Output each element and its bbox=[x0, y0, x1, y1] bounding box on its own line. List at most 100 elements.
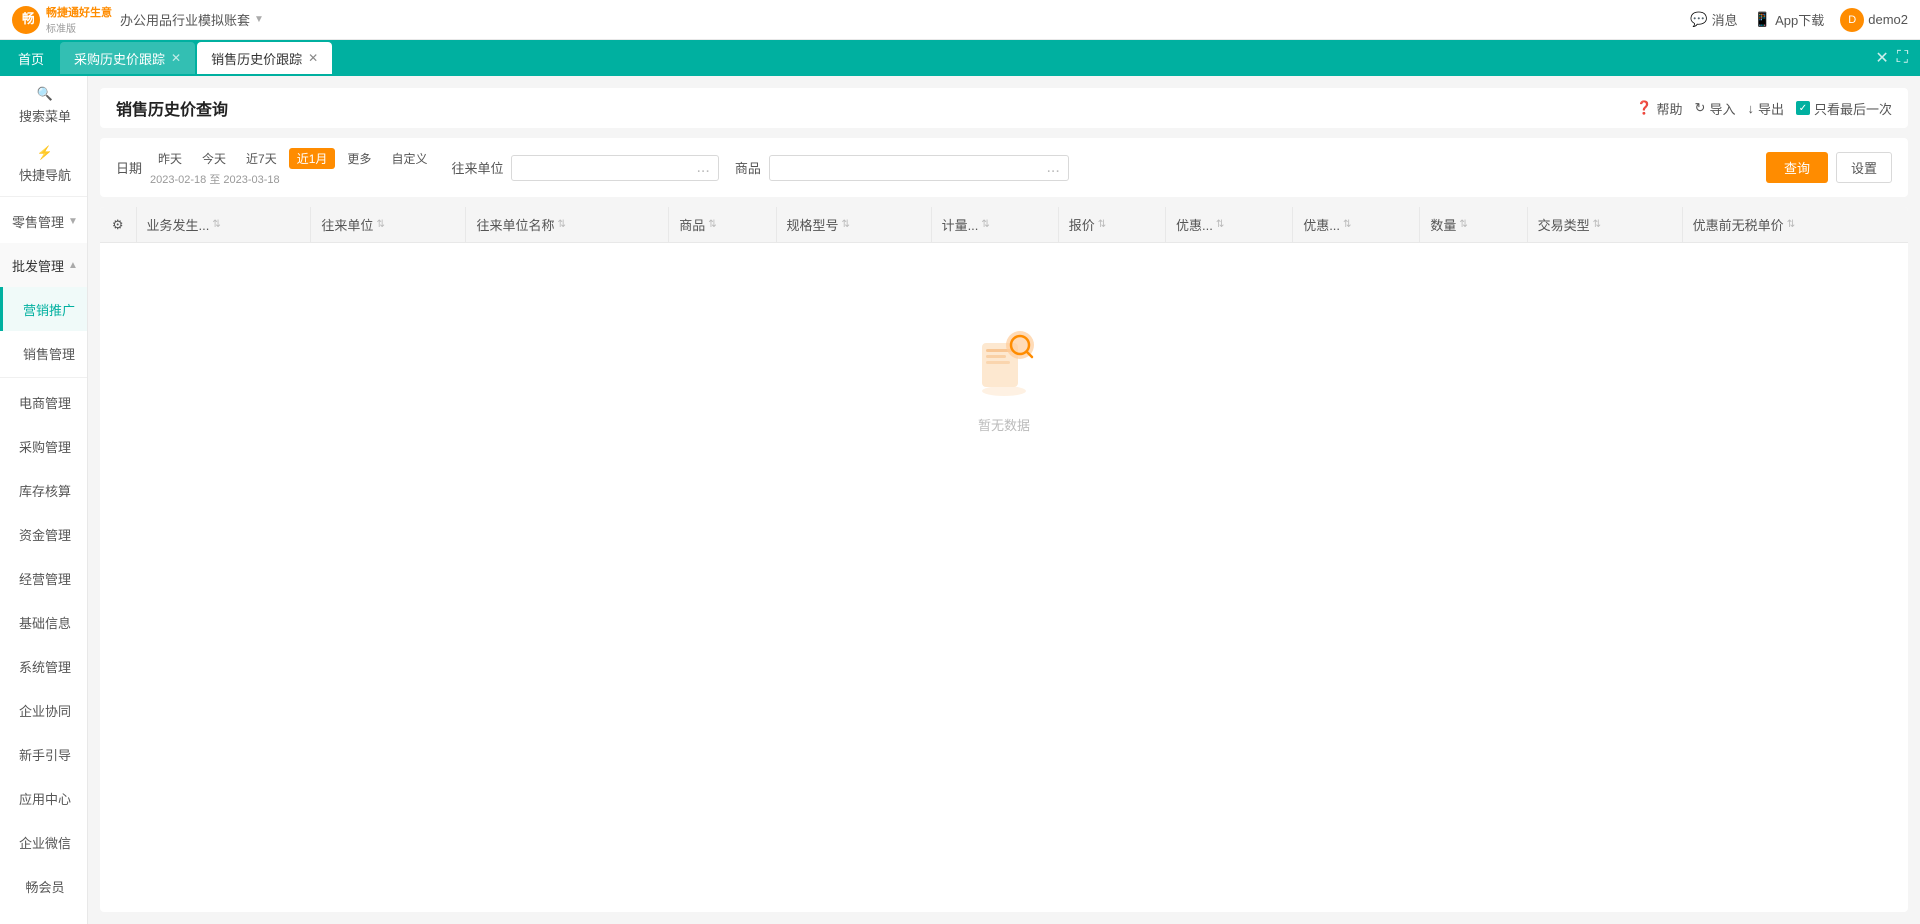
export-icon: ↓ bbox=[1747, 101, 1754, 116]
date-opt-1month[interactable]: 近1月 bbox=[289, 148, 336, 169]
tab-home[interactable]: 首页 bbox=[4, 42, 58, 74]
sidebar-item-wholesale[interactable]: 批发管理 ▲ bbox=[0, 243, 87, 287]
sidebar-item-system[interactable]: 系统管理 bbox=[0, 644, 87, 688]
user-menu[interactable]: D demo2 bbox=[1840, 8, 1908, 32]
close-tab-icon[interactable]: ✕ bbox=[1875, 48, 1888, 68]
sidebar-item-purchase-mgr[interactable]: 采购管理 bbox=[0, 424, 87, 468]
chevron-up-icon: ▲ bbox=[68, 260, 78, 271]
sidebar-item-marketing[interactable]: 营销推广 bbox=[0, 287, 87, 331]
th-discount2[interactable]: 优惠... ⇅ bbox=[1293, 207, 1420, 243]
close-purchase-tab-icon[interactable]: ✕ bbox=[171, 52, 181, 64]
sidebar-item-shortcut[interactable]: ⚡ 快捷导航 bbox=[0, 135, 87, 194]
th-settings[interactable]: ⚙ bbox=[100, 207, 136, 243]
date-opt-7days[interactable]: 近7天 bbox=[238, 148, 285, 169]
sidebar-item-retail[interactable]: 零售管理 ▼ bbox=[0, 199, 87, 243]
sidebar-item-operation[interactable]: 经营管理 bbox=[0, 556, 87, 600]
sort-icon: ⇅ bbox=[1593, 219, 1601, 230]
search-icon: 🔍 bbox=[37, 86, 53, 102]
sort-icon: ⇅ bbox=[212, 219, 220, 230]
export-btn[interactable]: ↓ 导出 bbox=[1747, 99, 1784, 118]
sidebar-item-search[interactable]: 🔍 搜索菜单 bbox=[0, 76, 87, 135]
th-goods[interactable]: 商品 ⇅ bbox=[669, 207, 776, 243]
page-header: 销售历史价查询 ❓ 帮助 ↻ 导入 ↓ 导出 ✓ 只看最后一次 bbox=[100, 88, 1908, 128]
help-btn[interactable]: ❓ 帮助 bbox=[1636, 99, 1682, 118]
sidebar-item-apps[interactable]: 应用中心 bbox=[0, 776, 87, 820]
tab-sales[interactable]: 销售历史价跟踪 ✕ bbox=[197, 42, 332, 74]
partner-input[interactable] bbox=[520, 160, 696, 175]
th-discount1[interactable]: 优惠... ⇅ bbox=[1166, 207, 1293, 243]
goods-filter-group: 商品 ... bbox=[735, 155, 1069, 181]
th-unit[interactable]: 计量... ⇅ bbox=[931, 207, 1058, 243]
chevron-down-icon: ▼ bbox=[254, 14, 264, 25]
main-layout: 🔍 搜索菜单 ⚡ 快捷导航 零售管理 ▼ 批发管理 ▲ 营销推广 销售管理 电商… bbox=[0, 76, 1920, 924]
goods-input[interactable] bbox=[778, 160, 1047, 175]
sidebar-item-coop[interactable]: 企业协同 bbox=[0, 688, 87, 732]
logo-icon: 畅 bbox=[12, 6, 40, 34]
partner-filter-group: 往来单位 ... bbox=[451, 155, 718, 181]
date-opt-more[interactable]: 更多 bbox=[339, 148, 379, 169]
partner-picker-icon[interactable]: ... bbox=[696, 159, 709, 177]
th-spec[interactable]: 规格型号 ⇅ bbox=[776, 207, 931, 243]
sort-icon: ⇅ bbox=[376, 219, 384, 230]
tabbar-actions: ✕ ⛶ bbox=[1875, 48, 1916, 68]
sidebar-item-inventory[interactable]: 库存核算 bbox=[0, 468, 87, 512]
sort-icon: ⇅ bbox=[1787, 219, 1795, 230]
tabbar: 首页 采购历史价跟踪 ✕ 销售历史价跟踪 ✕ ✕ ⛶ bbox=[0, 40, 1920, 76]
sort-icon: ⇅ bbox=[981, 219, 989, 230]
tab-purchase[interactable]: 采购历史价跟踪 ✕ bbox=[60, 42, 195, 74]
sidebar-item-sales-mgr[interactable]: 销售管理 bbox=[0, 331, 87, 375]
th-trade-type[interactable]: 交易类型 ⇅ bbox=[1527, 207, 1682, 243]
filter-bar: 日期 昨天 今天 近7天 近1月 更多 自定义 2023-02-18 至 202… bbox=[100, 138, 1908, 197]
sidebar-item-guide[interactable]: 新手引导 bbox=[0, 732, 87, 776]
data-table: ⚙ 业务发生... ⇅ 往来单位 ⇅ bbox=[100, 207, 1908, 243]
company-dropdown[interactable]: 办公用品行业模拟账套 ▼ bbox=[112, 6, 1690, 33]
avatar: D bbox=[1840, 8, 1864, 32]
sort-icon: ⇅ bbox=[1459, 219, 1467, 230]
goods-input-wrap: ... bbox=[769, 155, 1069, 181]
sort-icon: ⇅ bbox=[842, 219, 850, 230]
filter-actions: 查询 设置 bbox=[1766, 152, 1892, 183]
message-btn[interactable]: 💬 消息 bbox=[1690, 10, 1737, 29]
sort-icon: ⇅ bbox=[1216, 219, 1224, 230]
th-biz-date[interactable]: 业务发生... ⇅ bbox=[136, 207, 311, 243]
goods-picker-icon[interactable]: ... bbox=[1046, 159, 1059, 177]
table-header-row: ⚙ 业务发生... ⇅ 往来单位 ⇅ bbox=[100, 207, 1908, 243]
topbar-right: 💬 消息 📱 App下载 D demo2 bbox=[1690, 8, 1908, 32]
close-sales-tab-icon[interactable]: ✕ bbox=[308, 52, 318, 64]
sidebar-item-wechat[interactable]: 企业微信 bbox=[0, 820, 87, 864]
sidebar-item-member[interactable]: 畅会员 bbox=[0, 864, 87, 908]
settings-button[interactable]: 设置 bbox=[1836, 152, 1892, 183]
empty-text: 暂无数据 bbox=[978, 415, 1030, 434]
date-opt-today[interactable]: 今天 bbox=[194, 148, 234, 169]
divider-1 bbox=[0, 196, 87, 197]
sidebar-item-ecommerce[interactable]: 电商管理 bbox=[0, 380, 87, 424]
date-opt-yesterday[interactable]: 昨天 bbox=[150, 148, 190, 169]
sidebar: 🔍 搜索菜单 ⚡ 快捷导航 零售管理 ▼ 批发管理 ▲ 营销推广 销售管理 电商… bbox=[0, 76, 88, 924]
th-price[interactable]: 报价 ⇅ bbox=[1058, 207, 1165, 243]
logo: 畅 畅捷通好生意 标准版 bbox=[12, 4, 112, 35]
sidebar-item-finance[interactable]: 资金管理 bbox=[0, 512, 87, 556]
th-pretax-price[interactable]: 优惠前无税单价 ⇅ bbox=[1682, 207, 1908, 243]
date-opt-custom[interactable]: 自定义 bbox=[383, 148, 435, 169]
checkbox-checked-icon: ✓ bbox=[1796, 101, 1810, 115]
maximize-icon[interactable]: ⛶ bbox=[1897, 49, 1908, 67]
sort-icon: ⇅ bbox=[1343, 219, 1351, 230]
help-icon: ❓ bbox=[1636, 100, 1652, 116]
empty-illustration bbox=[964, 323, 1044, 403]
app-download-btn[interactable]: 📱 App下载 bbox=[1754, 10, 1825, 29]
th-partner-code[interactable]: 往来单位 ⇅ bbox=[311, 207, 466, 243]
th-qty[interactable]: 数量 ⇅ bbox=[1420, 207, 1527, 243]
only-last-toggle[interactable]: ✓ 只看最后一次 bbox=[1796, 99, 1892, 118]
import-btn[interactable]: ↻ 导入 bbox=[1695, 99, 1736, 118]
sidebar-item-basic[interactable]: 基础信息 bbox=[0, 600, 87, 644]
th-partner-name[interactable]: 往来单位名称 ⇅ bbox=[466, 207, 669, 243]
empty-state: 暂无数据 bbox=[100, 243, 1908, 514]
date-filter-group: 日期 昨天 今天 近7天 近1月 更多 自定义 2023-02-18 至 202… bbox=[116, 148, 435, 187]
sort-icon: ⇅ bbox=[708, 219, 716, 230]
query-button[interactable]: 查询 bbox=[1766, 152, 1828, 183]
table-wrap: ⚙ 业务发生... ⇅ 往来单位 ⇅ bbox=[100, 207, 1908, 912]
app-icon: 📱 bbox=[1754, 11, 1771, 28]
content-area: 销售历史价查询 ❓ 帮助 ↻ 导入 ↓ 导出 ✓ 只看最后一次 bbox=[88, 76, 1920, 924]
topbar: 畅 畅捷通好生意 标准版 办公用品行业模拟账套 ▼ 💬 消息 📱 App下载 D… bbox=[0, 0, 1920, 40]
partner-input-wrap: ... bbox=[511, 155, 718, 181]
